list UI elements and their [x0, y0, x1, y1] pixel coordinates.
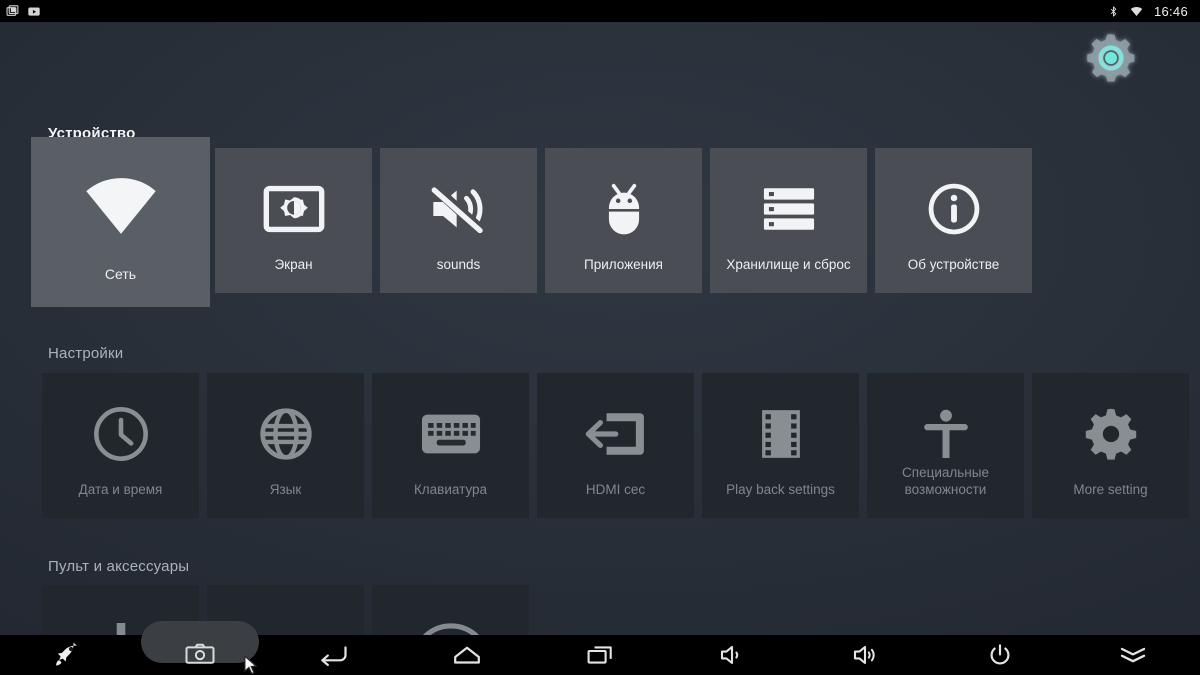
keyboard-icon — [420, 403, 482, 465]
tile-label: Клавиатура — [413, 482, 488, 497]
tile-more-setting[interactable]: More setting — [1032, 373, 1189, 518]
tile-label: More setting — [1073, 482, 1148, 497]
tile-network[interactable]: Сеть — [31, 137, 210, 307]
volume-down-icon — [721, 645, 739, 665]
tile-language[interactable]: Язык — [207, 373, 364, 518]
status-bar-notifications — [6, 4, 41, 18]
gear-icon — [1083, 403, 1139, 465]
volume-up-icon — [853, 645, 875, 665]
hide-navbar-button[interactable] — [1067, 635, 1200, 675]
clock-icon — [92, 403, 150, 465]
gear-icon — [1087, 34, 1135, 82]
tile-label: Дата и время — [78, 482, 163, 497]
status-bar: 16:46 — [0, 0, 1200, 22]
bluetooth-icon — [1110, 5, 1117, 17]
info-icon — [927, 178, 981, 240]
tile-date-time[interactable]: Дата и время — [42, 373, 199, 518]
media-player-notification-icon — [28, 6, 40, 16]
volume-up-button[interactable] — [800, 635, 933, 675]
tile-applications[interactable]: Приложения — [545, 148, 702, 293]
film-strip-icon — [758, 403, 804, 465]
chevron-double-down-icon — [1121, 647, 1146, 663]
launcher-rocket-button[interactable] — [0, 635, 133, 675]
navigation-bar — [0, 621, 1200, 675]
volume-down-button[interactable] — [667, 635, 800, 675]
storage-icon — [760, 178, 818, 240]
tile-label: Хранилище и сброс — [726, 257, 851, 272]
wifi-icon — [79, 175, 163, 237]
power-icon — [990, 644, 1010, 665]
recents-button[interactable] — [533, 635, 666, 675]
android-icon — [600, 178, 648, 240]
accessibility-icon — [922, 403, 970, 465]
tile-label: Приложения — [584, 257, 663, 272]
section-title-settings: Настройки — [48, 345, 124, 362]
section-title-remote-accessories: Пульт и аксессуары — [48, 558, 190, 575]
home-icon — [453, 646, 480, 664]
back-arrow-icon — [321, 646, 347, 666]
home-button[interactable] — [400, 635, 533, 675]
tile-label: Специальные возможности — [902, 465, 989, 497]
section-row-settings: Дата и время Язык Клавиатура HDMI cec Pl… — [42, 373, 1189, 518]
tile-label: Play back settings — [726, 482, 835, 497]
screenshot-notification-icon — [6, 4, 19, 16]
tile-label: Сеть — [104, 266, 137, 282]
settings-gear-badge[interactable] — [1080, 27, 1142, 89]
tile-storage-reset[interactable]: Хранилище и сброс — [710, 148, 867, 293]
tile-label: HDMI cec — [585, 482, 646, 497]
screenshot-icon — [185, 643, 215, 664]
settings-grid: Устройство Сеть Экран sounds Приложения … — [0, 22, 1200, 675]
tile-sounds[interactable]: sounds — [380, 148, 537, 293]
tile-about-device[interactable]: Об устройстве — [875, 148, 1032, 293]
brightness-icon — [263, 178, 325, 240]
tile-label: sounds — [436, 257, 481, 272]
back-button[interactable] — [267, 635, 400, 675]
section-row-device: Сеть Экран sounds Приложения Хранилище и… — [31, 137, 1032, 307]
power-button[interactable] — [933, 635, 1066, 675]
rocket-icon — [56, 641, 77, 666]
screenshot-button[interactable] — [133, 621, 266, 675]
tile-label: Язык — [269, 482, 302, 497]
tile-hdmi-cec[interactable]: HDMI cec — [537, 373, 694, 518]
recents-icon — [587, 646, 612, 664]
globe-icon — [258, 403, 314, 465]
tile-accessibility[interactable]: Специальные возможности — [867, 373, 1024, 518]
status-bar-system-icons: 16:46 — [1108, 4, 1188, 19]
volume-mute-icon — [427, 178, 491, 240]
tile-label: Экран — [274, 257, 313, 272]
status-bar-clock: 16:46 — [1153, 3, 1188, 19]
wifi-icon — [1130, 6, 1143, 16]
tile-keyboard[interactable]: Клавиатура — [372, 373, 529, 518]
tile-label: Об устройстве — [907, 257, 1000, 272]
hdmi-input-icon — [585, 403, 647, 465]
tile-playback-settings[interactable]: Play back settings — [702, 373, 859, 518]
tile-display[interactable]: Экран — [215, 148, 372, 293]
